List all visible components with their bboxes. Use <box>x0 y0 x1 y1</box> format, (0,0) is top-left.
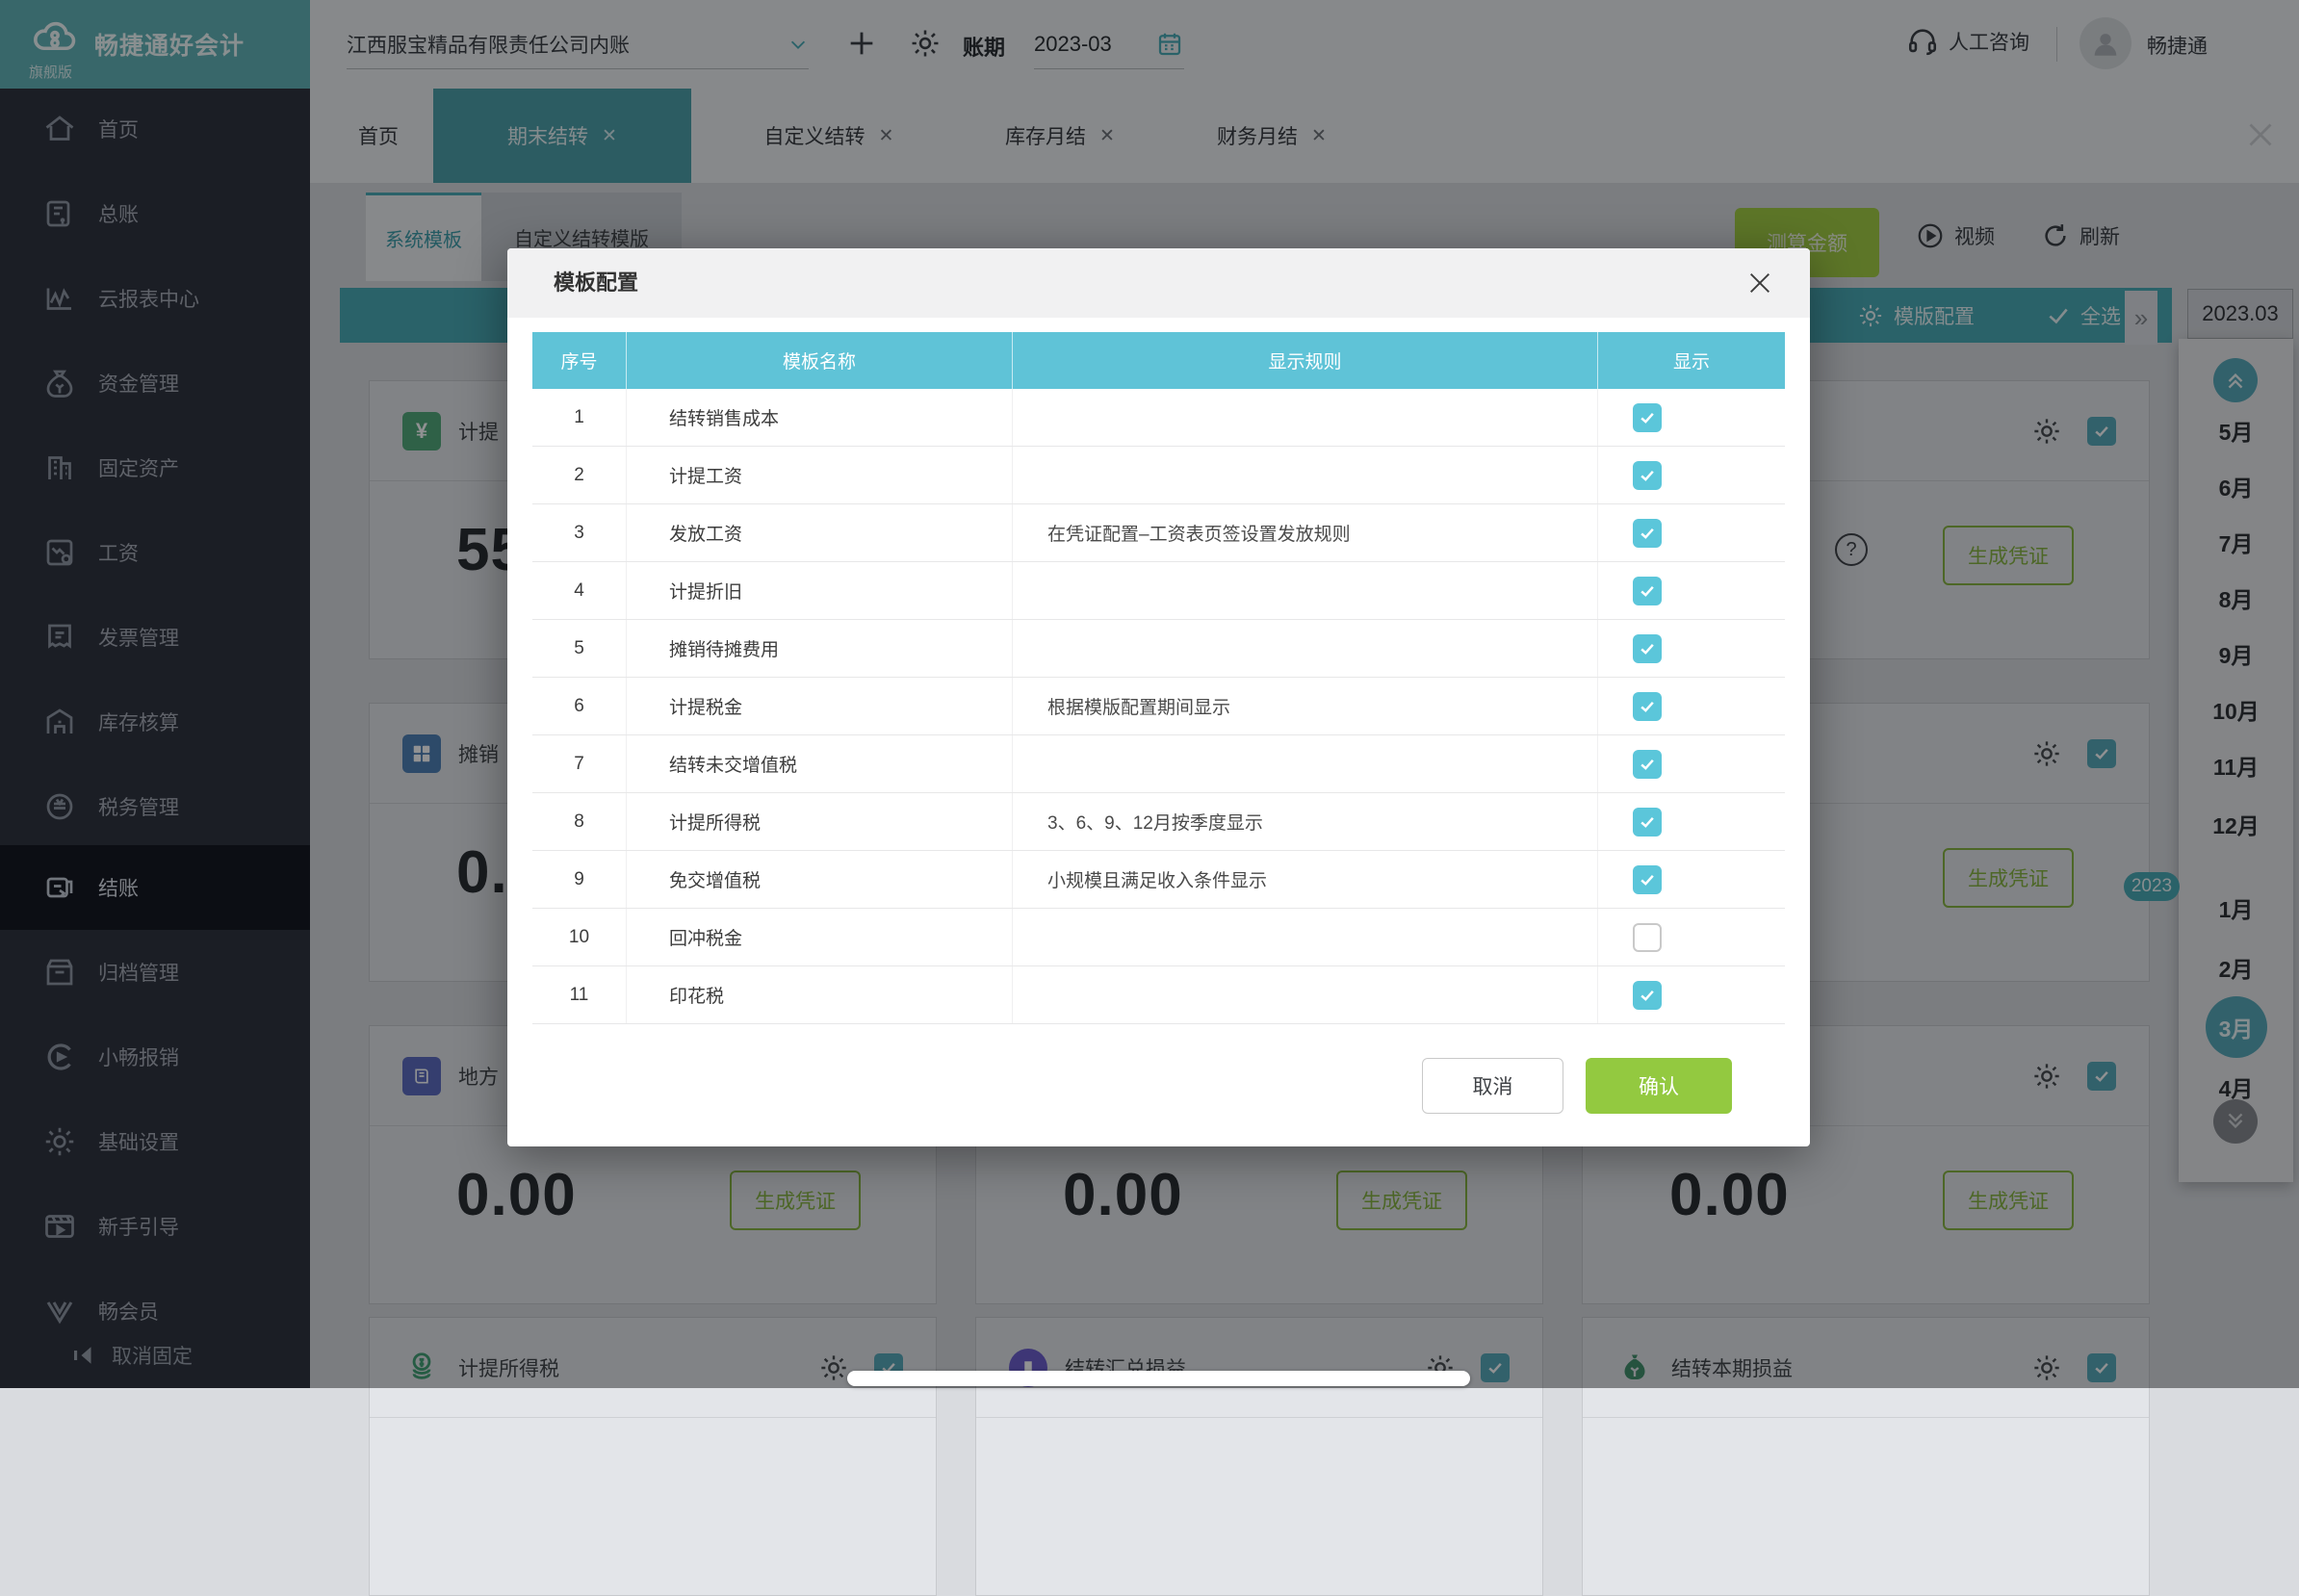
row-visible-checkbox[interactable] <box>1633 807 1662 837</box>
row-visible-checkbox[interactable] <box>1633 980 1662 1010</box>
template-table: 序号 模板名称 显示规则 显示 1 结转销售成本 2 计提工资 3 发放工资 在… <box>532 332 1785 1024</box>
confirm-button[interactable]: 确认 <box>1586 1058 1732 1114</box>
table-header: 序号 模板名称 显示规则 显示 <box>532 332 1785 389</box>
close-icon[interactable] <box>1746 270 1773 296</box>
row-visible-checkbox[interactable] <box>1633 922 1662 952</box>
row-visible-checkbox[interactable] <box>1633 864 1662 894</box>
template-config-modal: 模板配置 序号 模板名称 显示规则 显示 1 结转销售成本 2 计提工资 3 发… <box>507 248 1810 1146</box>
table-row: 7 结转未交增值税 <box>532 735 1785 793</box>
table-row: 4 计提折旧 <box>532 562 1785 620</box>
row-visible-checkbox[interactable] <box>1633 633 1662 663</box>
row-visible-checkbox[interactable] <box>1633 749 1662 779</box>
table-row: 1 结转销售成本 <box>532 389 1785 447</box>
table-row: 9 免交增值税 小规模且满足收入条件显示 <box>532 851 1785 909</box>
row-visible-checkbox[interactable] <box>1633 576 1662 605</box>
row-visible-checkbox[interactable] <box>1633 460 1662 490</box>
table-row: 8 计提所得税 3、6、9、12月按季度显示 <box>532 793 1785 851</box>
table-row: 10 回冲税金 <box>532 909 1785 966</box>
row-visible-checkbox[interactable] <box>1633 691 1662 721</box>
table-row: 2 计提工资 <box>532 447 1785 504</box>
modal-header: 模板配置 <box>507 248 1810 318</box>
cancel-button[interactable]: 取消 <box>1422 1058 1563 1114</box>
table-row: 3 发放工资 在凭证配置–工资表页签设置发放规则 <box>532 504 1785 562</box>
row-visible-checkbox[interactable] <box>1633 518 1662 548</box>
table-row: 6 计提税金 根据模版配置期间显示 <box>532 678 1785 735</box>
row-visible-checkbox[interactable] <box>1633 402 1662 432</box>
table-row: 11 印花税 <box>532 966 1785 1024</box>
table-row: 5 摊销待摊费用 <box>532 620 1785 678</box>
horizontal-scrollbar[interactable] <box>847 1371 1470 1386</box>
modal-title: 模板配置 <box>554 270 639 295</box>
